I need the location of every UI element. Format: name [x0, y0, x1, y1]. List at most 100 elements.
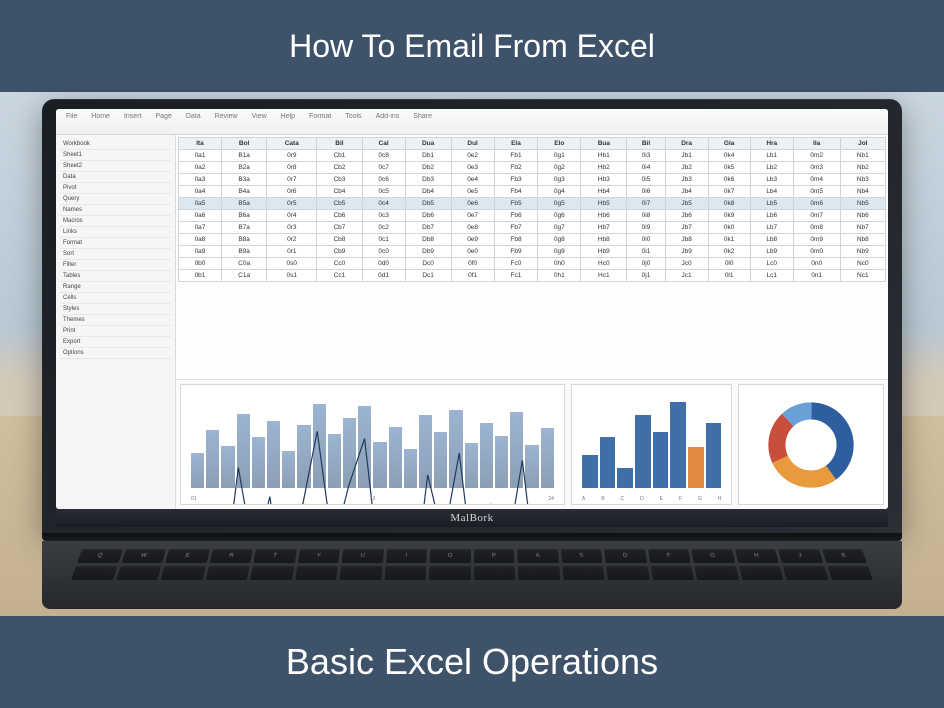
side-item[interactable]: Export: [60, 337, 171, 348]
column-header[interactable]: Dra: [665, 138, 708, 150]
cell[interactable]: Cb2: [317, 162, 362, 174]
cell[interactable]: Fb1: [494, 150, 538, 162]
cell[interactable]: B8a: [221, 234, 266, 246]
cell[interactable]: 0a4: [179, 186, 222, 198]
cell[interactable]: Db2: [405, 162, 451, 174]
cell[interactable]: Nc0: [840, 258, 885, 270]
cell[interactable]: 0a3: [179, 174, 222, 186]
cell[interactable]: 0k8: [708, 198, 750, 210]
cell[interactable]: B7a: [221, 222, 266, 234]
cell[interactable]: 0r5: [267, 198, 317, 210]
side-item[interactable]: Range: [60, 282, 171, 293]
cell[interactable]: 0c6: [362, 174, 405, 186]
ribbon-tab[interactable]: Page: [155, 113, 171, 130]
side-item[interactable]: Links: [60, 227, 171, 238]
cell[interactable]: Nb4: [840, 186, 885, 198]
cell[interactable]: 0l1: [708, 270, 750, 282]
side-item[interactable]: Workbook: [60, 139, 171, 150]
cell[interactable]: Jb3: [665, 174, 708, 186]
cell[interactable]: Lb5: [750, 198, 793, 210]
cell[interactable]: 0e8: [451, 222, 494, 234]
cell[interactable]: Cb4: [317, 186, 362, 198]
cell[interactable]: 0c0: [362, 246, 405, 258]
ribbon-tab[interactable]: Add-ins: [376, 113, 400, 130]
cell[interactable]: 0k6: [708, 174, 750, 186]
cell[interactable]: 0a8: [179, 234, 222, 246]
cell[interactable]: 0s0: [267, 258, 317, 270]
cell[interactable]: 0j1: [627, 270, 665, 282]
cell[interactable]: 0i4: [627, 162, 665, 174]
cell[interactable]: Hb1: [581, 150, 627, 162]
cell[interactable]: 0m6: [793, 198, 840, 210]
cell[interactable]: 0r9: [267, 150, 317, 162]
cell[interactable]: Jc0: [665, 258, 708, 270]
cell[interactable]: Hb7: [581, 222, 627, 234]
cell[interactable]: 0i8: [627, 210, 665, 222]
cell[interactable]: 0m9: [793, 234, 840, 246]
table-row[interactable]: 0a8B8a0r2Cb80c1Db80e9Fb80g8Hb80i0Jb80k1L…: [179, 234, 886, 246]
cell[interactable]: Fb4: [494, 186, 538, 198]
side-item[interactable]: Data: [60, 172, 171, 183]
cell[interactable]: Jb4: [665, 186, 708, 198]
cell[interactable]: Db8: [405, 234, 451, 246]
cell[interactable]: 0c7: [362, 162, 405, 174]
cell[interactable]: 0m8: [793, 222, 840, 234]
cell[interactable]: Nb6: [840, 210, 885, 222]
cell[interactable]: Fb2: [494, 162, 538, 174]
cell[interactable]: 0g3: [538, 174, 581, 186]
cell[interactable]: 0a2: [179, 162, 222, 174]
cell[interactable]: Fb9: [494, 246, 538, 258]
cell[interactable]: Fb6: [494, 210, 538, 222]
table-row[interactable]: 0a7B7a0r3Cb70c2Db70e8Fb70g7Hb70i9Jb70k0L…: [179, 222, 886, 234]
column-header[interactable]: Ela: [494, 138, 538, 150]
cell[interactable]: 0c2: [362, 222, 405, 234]
column-header[interactable]: Bil: [317, 138, 362, 150]
cell[interactable]: Hb4: [581, 186, 627, 198]
cell[interactable]: Lb8: [750, 234, 793, 246]
cell[interactable]: 0e4: [451, 174, 494, 186]
cell[interactable]: 0n1: [793, 270, 840, 282]
cell[interactable]: Lb7: [750, 222, 793, 234]
cell[interactable]: Jb8: [665, 234, 708, 246]
side-item[interactable]: Names: [60, 205, 171, 216]
cell[interactable]: Lb9: [750, 246, 793, 258]
cell[interactable]: 0n0: [793, 258, 840, 270]
cell[interactable]: Nc1: [840, 270, 885, 282]
cell[interactable]: Lb4: [750, 186, 793, 198]
cell[interactable]: Jb5: [665, 198, 708, 210]
cell[interactable]: 0m3: [793, 162, 840, 174]
cell[interactable]: Hb3: [581, 174, 627, 186]
cell[interactable]: Fb7: [494, 222, 538, 234]
cell[interactable]: 0m0: [793, 246, 840, 258]
cell[interactable]: 0i3: [627, 150, 665, 162]
cell[interactable]: Cb8: [317, 234, 362, 246]
cell[interactable]: Nb3: [840, 174, 885, 186]
table-row[interactable]: 0a5B5a0r5Cb50c4Db50e6Fb50g5Hb50i7Jb50k8L…: [179, 198, 886, 210]
cell[interactable]: Lb2: [750, 162, 793, 174]
cell[interactable]: 0i0: [627, 234, 665, 246]
cell[interactable]: B6a: [221, 210, 266, 222]
cell[interactable]: Fb3: [494, 174, 538, 186]
cell[interactable]: 0r7: [267, 174, 317, 186]
cell[interactable]: 0i7: [627, 198, 665, 210]
side-item[interactable]: Styles: [60, 304, 171, 315]
cell[interactable]: Cb6: [317, 210, 362, 222]
cell[interactable]: Hb9: [581, 246, 627, 258]
cell[interactable]: Nb9: [840, 246, 885, 258]
cell[interactable]: Lc1: [750, 270, 793, 282]
side-item[interactable]: Cells: [60, 293, 171, 304]
side-item[interactable]: Themes: [60, 315, 171, 326]
cell[interactable]: 0g4: [538, 186, 581, 198]
cell[interactable]: 0d0: [362, 258, 405, 270]
column-header[interactable]: Bil: [627, 138, 665, 150]
ribbon-tab[interactable]: Help: [281, 113, 295, 130]
cell[interactable]: 0a1: [179, 150, 222, 162]
cell[interactable]: 0h0: [538, 258, 581, 270]
cell[interactable]: 0c5: [362, 186, 405, 198]
column-header[interactable]: Dua: [405, 138, 451, 150]
cell[interactable]: 0h1: [538, 270, 581, 282]
side-item[interactable]: Filter: [60, 260, 171, 271]
cell[interactable]: Jb6: [665, 210, 708, 222]
cell[interactable]: 0i1: [627, 246, 665, 258]
column-header[interactable]: Gla: [708, 138, 750, 150]
